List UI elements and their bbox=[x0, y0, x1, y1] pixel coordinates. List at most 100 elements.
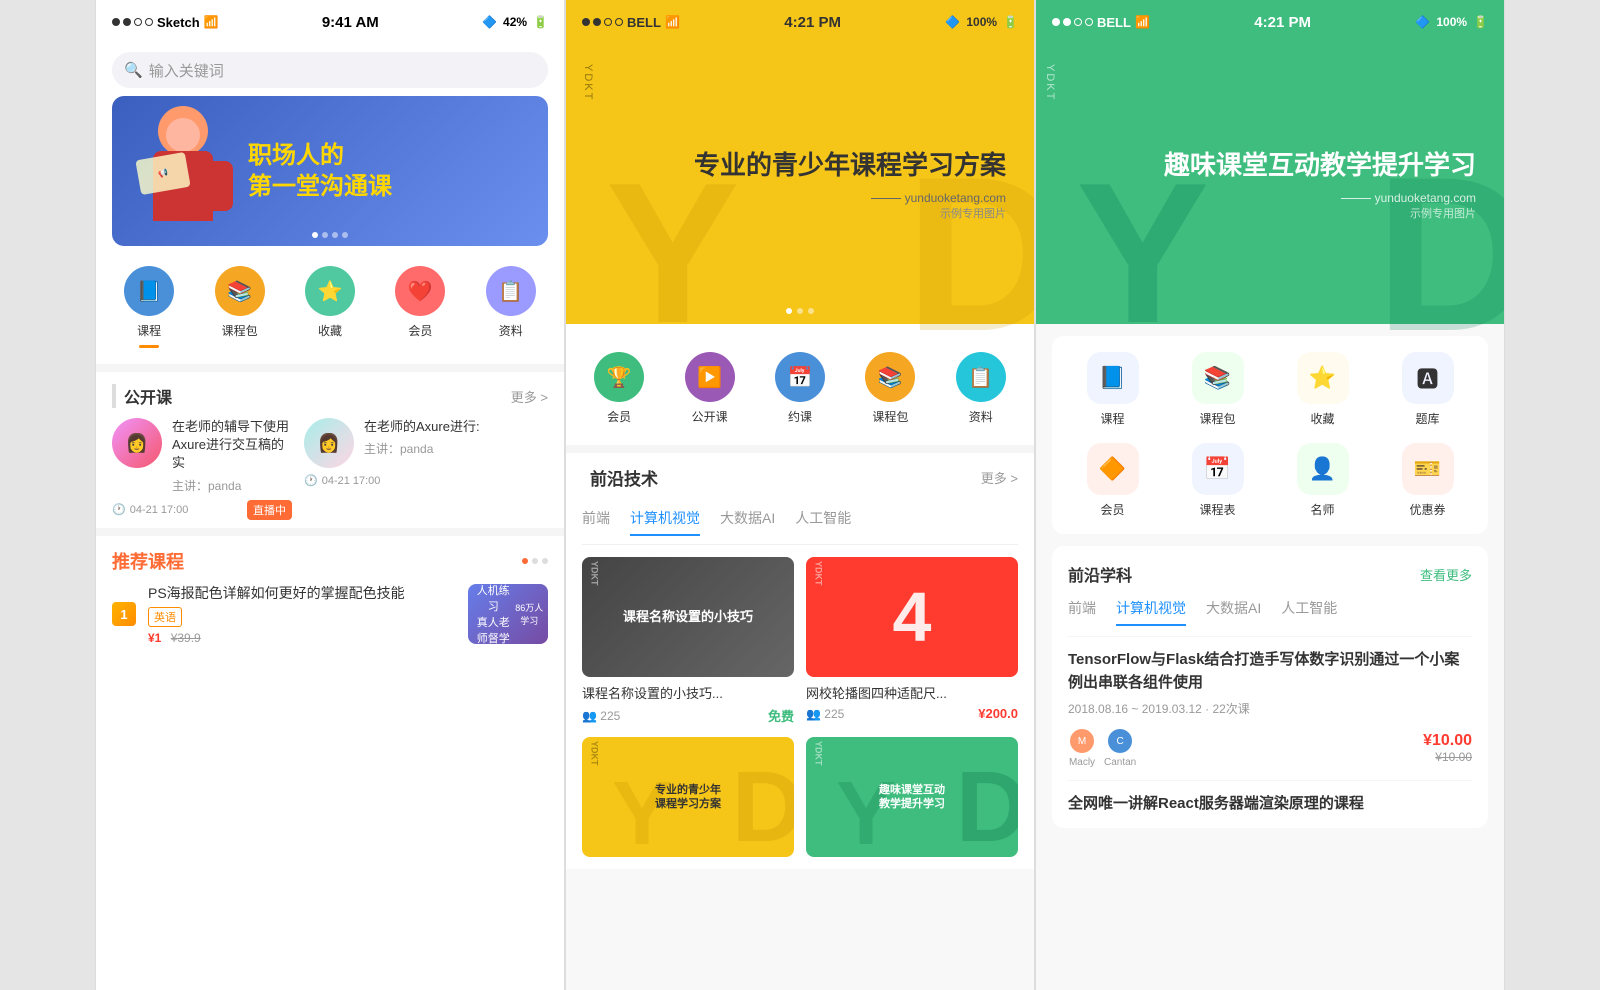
front-subject-more[interactable]: 查看更多 bbox=[1420, 565, 1472, 584]
teacher-name-2: Cantan bbox=[1104, 757, 1136, 768]
course-label: 课程 bbox=[137, 322, 161, 339]
subject-tab-cv[interactable]: 计算机视觉 bbox=[1116, 598, 1186, 626]
divider-1 bbox=[96, 364, 564, 372]
course-info-1: 在老师的辅导下使用Axure进行交互稿的实 主讲：panda bbox=[172, 418, 292, 494]
subject-tab-ai[interactable]: 人工智能 bbox=[1281, 598, 1337, 626]
course-price-new: ¥10.00 bbox=[1423, 732, 1472, 750]
recommend-name: PS海报配色详解如何更好的掌握配色技能 bbox=[148, 584, 456, 604]
course-meta-1: 🕐 04-21 17:00 直播中 bbox=[112, 500, 292, 520]
course-time-1: 04-21 17:00 bbox=[130, 504, 189, 516]
search-placeholder: 输入关键词 bbox=[149, 60, 224, 81]
subject-tab-frontend[interactable]: 前端 bbox=[1068, 598, 1096, 626]
package-label-2: 课程包 bbox=[872, 408, 908, 425]
thumb-grid: YDKT 课程名称设置的小技巧 课程名称设置的小技巧... 👥 225 免费 4… bbox=[582, 557, 1018, 857]
course-detail-card-1[interactable]: TensorFlow与Flask结合打造手写体数字识别通过一个小案例出串联各组件… bbox=[1068, 636, 1472, 780]
package-label: 课程包 bbox=[222, 322, 258, 339]
thumb-img-2: 4 YDKT bbox=[806, 557, 1018, 677]
tab-frontend[interactable]: 前端 bbox=[582, 508, 610, 536]
category-item-resource[interactable]: 📋 资料 bbox=[486, 266, 536, 348]
schedule-icon-3: 📅 bbox=[1192, 443, 1244, 495]
battery-icon-3: 🔋 bbox=[1473, 15, 1488, 29]
wifi-icon-3: 📶 bbox=[1135, 15, 1150, 29]
course-detail-card-2[interactable]: 全网唯一讲解React服务器端渲染原理的课程 bbox=[1068, 780, 1472, 828]
tab-ai[interactable]: 人工智能 bbox=[795, 508, 851, 536]
thumb-views-1: 👥 225 bbox=[582, 709, 620, 723]
thumb-item-3[interactable]: D Y YDKT 专业的青少年课程学习方案 bbox=[582, 737, 794, 857]
thumb-ydkt-2: YDKT bbox=[812, 561, 825, 586]
tab-cv[interactable]: 计算机视觉 bbox=[630, 508, 700, 536]
category-item-member[interactable]: ❤️ 会员 bbox=[395, 266, 445, 348]
section-header-public: 公开课 更多 > bbox=[112, 384, 548, 408]
course-card-inner-1: 👩 在老师的辅导下使用Axure进行交互稿的实 主讲：panda bbox=[112, 418, 292, 494]
thumb-num-2: 4 bbox=[893, 568, 932, 666]
bluetooth-icon: 🔷 bbox=[482, 15, 497, 29]
signal-dot-empty bbox=[134, 18, 142, 26]
thumb-title-1: 课程名称设置的小技巧... bbox=[582, 683, 794, 702]
thumb-views-2: 👥 225 bbox=[806, 707, 844, 721]
package-icon: 📚 bbox=[215, 266, 265, 316]
subject-tab-bigdata[interactable]: 大数据AI bbox=[1206, 598, 1261, 626]
signal-dot bbox=[123, 18, 131, 26]
thumb-img-3: D Y YDKT 专业的青少年课程学习方案 bbox=[582, 737, 794, 857]
section-more-front[interactable]: 更多 > bbox=[981, 468, 1018, 487]
banner-headline-2: 专业的青少年课程学习方案 bbox=[694, 147, 1006, 183]
wifi-icon-2: 📶 bbox=[665, 15, 680, 29]
icon-item-member-3[interactable]: 🔶 会员 bbox=[1068, 443, 1157, 518]
category-item-course[interactable]: 📘 课程 bbox=[124, 266, 174, 348]
booking-label: 约课 bbox=[788, 408, 812, 425]
signal-dot-w bbox=[1052, 18, 1060, 26]
section-more-public[interactable]: 更多 > bbox=[511, 387, 548, 406]
category-item-favorites[interactable]: ⭐ 收藏 bbox=[305, 266, 355, 348]
signal-dots-2 bbox=[582, 18, 623, 26]
signal-dots-1 bbox=[112, 18, 153, 26]
banner-text-wrap-3: 趣味课堂互动教学提升学习 yunduoketang.com 示例专用图片 bbox=[1164, 147, 1484, 221]
icon-item-schedule-3[interactable]: 📅 课程表 bbox=[1173, 443, 1262, 518]
signal-dot-we bbox=[1085, 18, 1093, 26]
live-badge-1: 直播中 bbox=[247, 500, 292, 520]
thumb-item-4[interactable]: D Y YDKT 趣味课堂互动教学提升学习 bbox=[806, 737, 1018, 857]
front-subject-header: 前沿学科 查看更多 bbox=[1068, 562, 1472, 586]
section-header-front: 前沿技术 更多 > bbox=[582, 465, 1018, 490]
status-time-3: 4:21 PM bbox=[1254, 14, 1311, 31]
resource-label: 资料 bbox=[499, 322, 523, 339]
rank-number: 1 bbox=[112, 602, 136, 626]
thumb-text-1: 课程名称设置的小技巧 bbox=[623, 608, 753, 626]
course-card-1[interactable]: 👩 在老师的辅导下使用Axure进行交互稿的实 主讲：panda 🕐 04-21… bbox=[112, 418, 292, 520]
recommend-card-1[interactable]: 1 PS海报配色详解如何更好的掌握配色技能 英语 ¥1 ¥39.9 人机练习真人… bbox=[112, 584, 548, 646]
banner-note-2: 示例专用图片 bbox=[694, 205, 1006, 221]
hero-banner-1[interactable]: 📢 职场人的第一堂沟通课 bbox=[112, 96, 548, 246]
icon-item-teacher-3[interactable]: 👤 名师 bbox=[1278, 443, 1367, 518]
signal-dot-empty bbox=[145, 18, 153, 26]
clock-icon-2: 🕐 bbox=[304, 474, 318, 487]
category-item-booking-2[interactable]: 📅 约课 bbox=[775, 352, 825, 425]
open-course-label: 公开课 bbox=[692, 408, 728, 425]
icon-item-favorites-3[interactable]: ⭐ 收藏 bbox=[1278, 352, 1367, 427]
thumb-meta-1: 👥 225 免费 bbox=[582, 706, 794, 725]
signal-dot bbox=[582, 18, 590, 26]
thumb-item-1[interactable]: YDKT 课程名称设置的小技巧 课程名称设置的小技巧... 👥 225 免费 bbox=[582, 557, 794, 725]
teacher-label-3: 名师 bbox=[1310, 501, 1334, 518]
category-item-package[interactable]: 📚 课程包 bbox=[215, 266, 265, 348]
course-card-inner-2: 👩 在老师的Axure进行: 主讲：panda bbox=[304, 418, 484, 468]
recommend-info: PS海报配色详解如何更好的掌握配色技能 英语 ¥1 ¥39.9 bbox=[148, 584, 456, 646]
course-card-2[interactable]: 👩 在老师的Axure进行: 主讲：panda 🕐 04-21 17:00 bbox=[304, 418, 484, 520]
member-label-3: 会员 bbox=[1100, 501, 1124, 518]
teacher-icon-3: 👤 bbox=[1297, 443, 1349, 495]
member-label-2: 会员 bbox=[607, 408, 631, 425]
signal-dot-we bbox=[1074, 18, 1082, 26]
tab-bigdata[interactable]: 大数据AI bbox=[720, 508, 775, 536]
icon-item-coupon-3[interactable]: 🎫 优惠券 bbox=[1383, 443, 1472, 518]
status-right-2: 🔷 100% 🔋 bbox=[945, 15, 1018, 29]
thumb-text-3: 专业的青少年课程学习方案 bbox=[655, 783, 721, 812]
battery-icon: 🔋 bbox=[533, 15, 548, 29]
recommend-section: 推荐课程 1 PS海报配色详解如何更好的掌握配色技能 英语 ¥1 ¥39.9 bbox=[112, 548, 548, 646]
recommend-pagination bbox=[522, 558, 548, 564]
search-bar[interactable]: 🔍 输入关键词 bbox=[112, 52, 548, 88]
favorites-label-3: 收藏 bbox=[1310, 410, 1334, 427]
thumb-item-2[interactable]: 4 YDKT 网校轮播图四种适配尺... 👥 225 ¥200.0 bbox=[806, 557, 1018, 725]
battery-icon-2: 🔋 bbox=[1003, 15, 1018, 29]
recommend-header: 推荐课程 bbox=[112, 548, 548, 574]
course-teacher-2: 主讲：panda bbox=[364, 440, 484, 457]
exam-label-3: 题库 bbox=[1415, 410, 1439, 427]
search-icon: 🔍 bbox=[124, 61, 143, 79]
